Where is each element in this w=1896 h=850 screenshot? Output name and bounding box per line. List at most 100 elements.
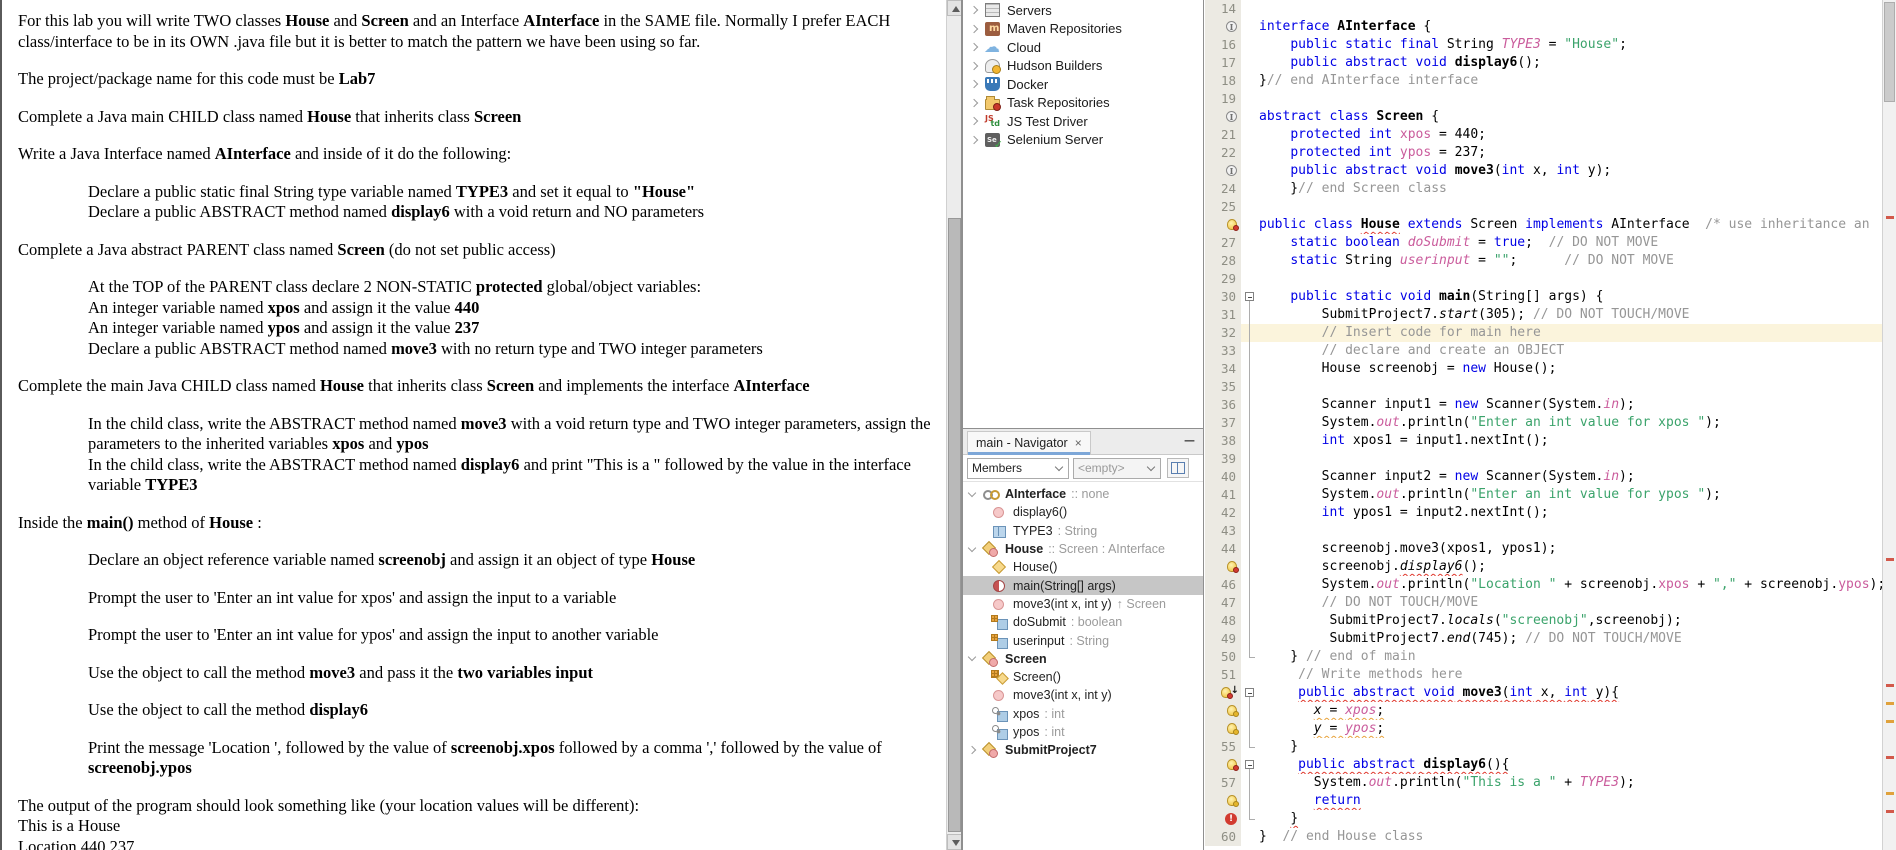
code-text[interactable]: screenobj.display6(); [1259,558,1896,576]
code-line-47[interactable]: 47 // DO NOT TOUCH/MOVE [1205,594,1896,612]
chevron-right-icon[interactable] [969,43,979,52]
code-text[interactable]: Scanner input2 = new Scanner(System.in); [1259,468,1896,486]
chevron-right-icon[interactable] [967,746,977,755]
code-line-41[interactable]: 41 System.out.println("Enter an int valu… [1205,486,1896,504]
line-number-45[interactable] [1205,558,1241,576]
chevron-down-icon[interactable] [967,653,977,662]
warning-stripe-mark[interactable] [1886,702,1894,705]
collapse-fold-icon[interactable] [1245,760,1254,769]
services-item-selenium-server[interactable]: Selenium Server [963,131,1203,150]
chevron-right-icon[interactable] [969,24,979,33]
code-text[interactable]: } [1259,810,1896,828]
line-number-60[interactable]: 60 [1205,828,1241,846]
line-number-26[interactable] [1205,216,1241,234]
code-line-29[interactable]: 29 [1205,270,1896,288]
code-line-19[interactable]: 19 [1205,90,1896,108]
code-text[interactable]: System.out.println("Location " + screeno… [1259,576,1896,594]
code-text[interactable]: }// end AInterface interface [1259,72,1896,90]
document-scrollbar[interactable] [946,0,962,850]
code-line-28[interactable]: 28 static String userinput = ""; // DO N… [1205,252,1896,270]
code-text[interactable] [1259,0,1896,18]
warning-stripe-mark[interactable] [1886,720,1894,723]
code-line-30[interactable]: 30 public static void main(String[] args… [1205,288,1896,306]
code-text[interactable]: abstract class Screen { [1259,108,1896,126]
line-number-27[interactable]: 27 [1205,234,1241,252]
code-text[interactable]: House screenobj = new House(); [1259,360,1896,378]
code-line-32[interactable]: 32 // Insert code for main here [1205,324,1896,342]
navigator-item-submitproject7[interactable]: SubmitProject7 [963,741,1203,759]
code-text[interactable]: } // end of main [1259,648,1896,666]
line-number-23[interactable]: I [1205,162,1241,180]
code-line-46[interactable]: 46 System.out.println("Location " + scre… [1205,576,1896,594]
navigator-item-type3[interactable]: TYPE3: String [963,522,1203,540]
navigator-item-xpos[interactable]: xpos: int [963,705,1203,723]
code-line-54[interactable]: y = ypos; [1205,720,1896,738]
code-text[interactable]: protected int ypos = 237; [1259,144,1896,162]
code-text[interactable]: SubmitProject7.locals("screenobj",screen… [1259,612,1896,630]
code-text[interactable]: System.out.println("This is a " + TYPE3)… [1259,774,1896,792]
fold-marker[interactable] [1241,684,1259,702]
java-code-editor[interactable]: 14 Iinterface AInterface {16 public stati… [1205,0,1896,850]
error-stripe-mark[interactable] [1886,756,1894,759]
line-number-24[interactable]: 24 [1205,180,1241,198]
line-number-34[interactable]: 34 [1205,360,1241,378]
code-text[interactable]: int ypos1 = input2.nextInt(); [1259,504,1896,522]
code-line-55[interactable]: 55 } [1205,738,1896,756]
code-line-48[interactable]: 48 SubmitProject7.locals("screenobj",scr… [1205,612,1896,630]
editor-scrollbar-thumb[interactable] [1884,2,1895,102]
fold-marker[interactable] [1241,288,1259,306]
line-number-18[interactable]: 18 [1205,72,1241,90]
navigator-item-screen[interactable]: Screen [963,650,1203,668]
line-number-40[interactable]: 40 [1205,468,1241,486]
document-scrollbar-thumb[interactable] [948,218,961,832]
code-text[interactable]: public abstract display6(){ [1259,756,1896,774]
line-number-37[interactable]: 37 [1205,414,1241,432]
navigator-item-move3-int-x-int-y[interactable]: move3(int x, int y) [963,686,1203,704]
code-line-15[interactable]: Iinterface AInterface { [1205,18,1896,36]
chevron-right-icon[interactable] [969,80,979,89]
code-text[interactable]: protected int xpos = 440; [1259,126,1896,144]
code-line-31[interactable]: 31 SubmitProject7.start(305); // DO NOT … [1205,306,1896,324]
empty-filter-dropdown[interactable]: <empty> [1073,457,1161,479]
line-number-44[interactable]: 44 [1205,540,1241,558]
code-line-34[interactable]: 34 House screenobj = new House(); [1205,360,1896,378]
code-text[interactable]: // declare and create an OBJECT [1259,342,1896,360]
code-text[interactable]: public abstract void move3(int x, int y)… [1259,684,1896,702]
code-text[interactable]: } // end House class [1259,828,1896,846]
error-stripe-mark[interactable] [1886,810,1894,813]
code-text[interactable]: x = xpos; [1259,702,1896,720]
line-number-28[interactable]: 28 [1205,252,1241,270]
line-number-36[interactable]: 36 [1205,396,1241,414]
code-text[interactable]: screenobj.move3(xpos1, ypos1); [1259,540,1896,558]
line-number-31[interactable]: 31 [1205,306,1241,324]
collapse-fold-icon[interactable] [1245,688,1254,697]
code-text[interactable]: y = ypos; [1259,720,1896,738]
navigator-tab[interactable]: main - Navigator × [967,431,1091,455]
code-line-23[interactable]: I public abstract void move3(int x, int … [1205,162,1896,180]
chevron-right-icon[interactable] [969,61,979,70]
code-line-57[interactable]: 57 System.out.println("This is a " + TYP… [1205,774,1896,792]
line-number-17[interactable]: 17 [1205,54,1241,72]
code-text[interactable]: }// end Screen class [1259,180,1896,198]
scroll-down-button[interactable] [947,834,962,850]
line-number-48[interactable]: 48 [1205,612,1241,630]
scroll-up-button[interactable] [947,0,962,16]
code-line-40[interactable]: 40 Scanner input2 = new Scanner(System.i… [1205,468,1896,486]
navigator-item-move3-int-x-int-y[interactable]: move3(int x, int y) ↑ Screen [963,595,1203,613]
line-number-21[interactable]: 21 [1205,126,1241,144]
code-text[interactable] [1259,378,1896,396]
members-filter-dropdown[interactable]: Members [967,457,1069,479]
code-line-21[interactable]: 21 protected int xpos = 440; [1205,126,1896,144]
navigator-item-house[interactable]: House:: Screen : AInterface [963,540,1203,558]
line-number-16[interactable]: 16 [1205,36,1241,54]
code-text[interactable] [1259,90,1896,108]
code-text[interactable]: System.out.println("Enter an int value f… [1259,414,1896,432]
code-line-58[interactable]: return [1205,792,1896,810]
code-line-50[interactable]: 50 } // end of main [1205,648,1896,666]
code-line-59[interactable]: ! } [1205,810,1896,828]
code-line-22[interactable]: 22 protected int ypos = 237; [1205,144,1896,162]
editor-scrollbar[interactable] [1882,0,1896,850]
line-number-22[interactable]: 22 [1205,144,1241,162]
line-number-25[interactable]: 25 [1205,198,1241,216]
error-stripe-mark[interactable] [1886,558,1894,561]
